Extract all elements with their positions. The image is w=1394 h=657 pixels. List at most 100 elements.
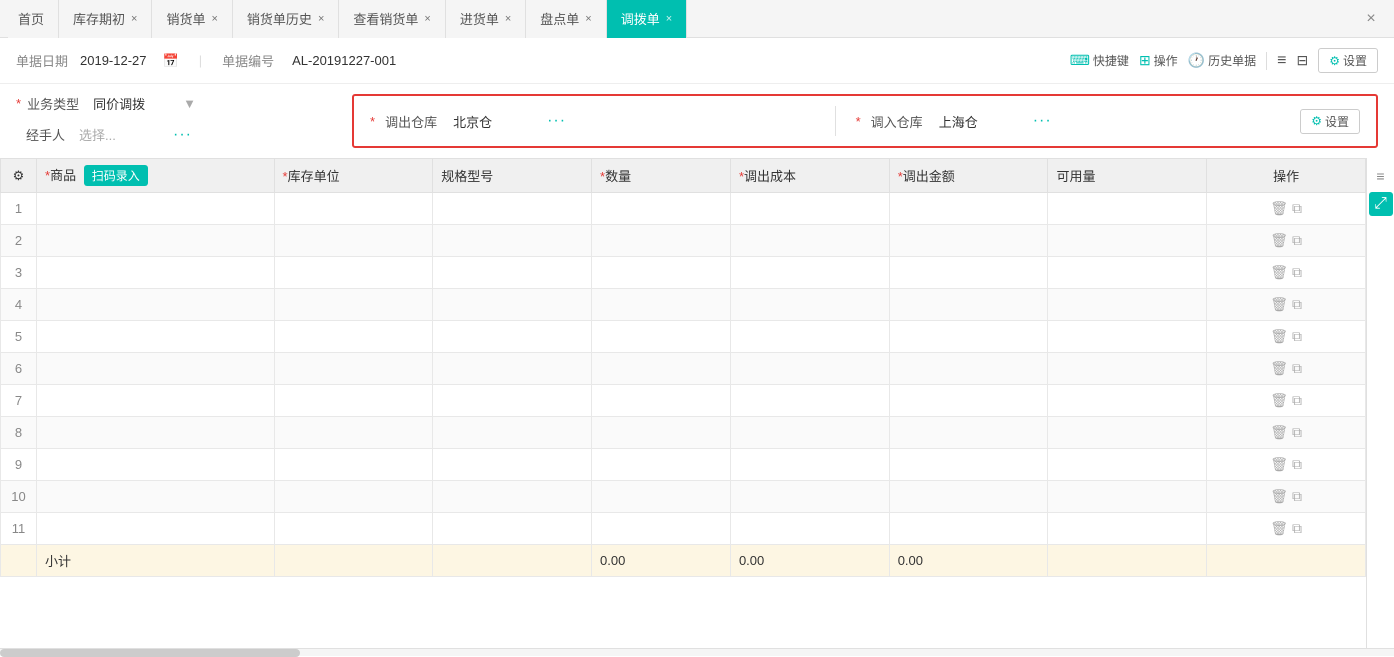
tab-view-sales[interactable]: 查看销货单 × — [339, 0, 445, 38]
delete-icon[interactable]: 🗑 — [1270, 328, 1288, 344]
toolbar: 单据日期 2019-12-27 📅 | 单据编号 AL-20191227-001… — [0, 38, 1394, 84]
tab-sales-history-label: 销货单历史 — [247, 9, 312, 28]
col-spec: 规格型号 — [433, 159, 592, 193]
delete-icon[interactable]: 🗑 — [1270, 520, 1288, 536]
col-avail: 可用量 — [1048, 159, 1207, 193]
warehouse-out-more-button[interactable]: ··· — [547, 112, 566, 130]
copy-icon[interactable]: ⧉ — [1292, 200, 1302, 216]
tab-home-label: 首页 — [18, 9, 44, 28]
warehouse-out-value[interactable]: 北京仓 — [453, 112, 533, 131]
copy-icon[interactable]: ⧉ — [1292, 456, 1302, 472]
tab-bar: 首页 库存期初 × 销货单 × 销货单历史 × 查看销货单 × 进货单 × 盘点… — [0, 0, 1394, 38]
warehouse-settings-icon: ⚙ — [1311, 114, 1322, 128]
tab-inventory-check-label: 盘点单 — [540, 9, 579, 28]
warehouse-out-label: 调出仓库 — [385, 112, 437, 131]
delete-icon[interactable]: 🗑 — [1270, 200, 1288, 216]
table-row: 1🗑⧉ — [1, 193, 1366, 225]
subtotal-label: 小计 — [37, 545, 275, 577]
scrollbar-thumb[interactable] — [0, 649, 300, 657]
history-button[interactable]: 🕐 历史单据 — [1188, 52, 1256, 69]
layout-grid-button[interactable]: ⊟ — [1296, 52, 1308, 69]
tab-purchase-order-close[interactable]: × — [505, 13, 511, 25]
tab-home[interactable]: 首页 — [8, 0, 59, 38]
scan-button[interactable]: 扫码录入 — [84, 165, 148, 186]
delete-icon[interactable]: 🗑 — [1270, 296, 1288, 312]
tab-transfer-order[interactable]: 调拨单 × — [607, 0, 687, 38]
tab-sales-history[interactable]: 销货单历史 × — [233, 0, 339, 38]
delete-icon[interactable]: 🗑 — [1270, 232, 1288, 248]
tab-sales-order[interactable]: 销货单 × — [152, 0, 232, 38]
business-type-dropdown-icon[interactable]: ▼ — [183, 96, 196, 111]
operator-value[interactable]: 选择... — [79, 125, 159, 144]
toolbar-divider — [1266, 52, 1267, 70]
sidebar-list-icon[interactable]: ≡ — [1369, 164, 1393, 188]
delete-icon[interactable]: 🗑 — [1270, 488, 1288, 504]
copy-icon[interactable]: ⧉ — [1292, 392, 1302, 408]
copy-icon[interactable]: ⧉ — [1292, 488, 1302, 504]
layout-list-button[interactable]: ≡ — [1277, 52, 1286, 70]
business-type-value[interactable]: 同价调拨 — [93, 94, 173, 113]
calendar-icon[interactable]: 📅 — [163, 53, 179, 69]
warehouse-in-value[interactable]: 上海仓 — [939, 112, 1019, 131]
delete-icon[interactable]: 🗑 — [1270, 264, 1288, 280]
tab-inventory-init[interactable]: 库存期初 × — [59, 0, 152, 38]
delete-icon[interactable]: 🗑 — [1270, 392, 1288, 408]
copy-icon[interactable]: ⧉ — [1292, 360, 1302, 376]
delete-icon[interactable]: 🗑 — [1270, 456, 1288, 472]
operations-label: 操作 — [1154, 52, 1178, 69]
operator-more-button[interactable]: ··· — [173, 126, 192, 144]
tab-sales-history-close[interactable]: × — [318, 13, 324, 25]
copy-icon[interactable]: ⧉ — [1292, 424, 1302, 440]
table-row: 7🗑⧉ — [1, 385, 1366, 417]
copy-icon[interactable]: ⧉ — [1292, 264, 1302, 280]
delete-icon[interactable]: 🗑 — [1270, 424, 1288, 440]
col-unit: *库存单位 — [274, 159, 433, 193]
date-label: 单据日期 — [16, 51, 68, 70]
business-type-label: 业务类型 — [27, 94, 79, 113]
layout-grid-icon: ⊟ — [1296, 52, 1308, 69]
subtotal-cost: 0.00 — [730, 545, 889, 577]
settings-button[interactable]: ⚙ 设置 — [1318, 48, 1378, 73]
shortcuts-icon: ⌨ — [1070, 52, 1090, 69]
delete-icon[interactable]: 🗑 — [1270, 360, 1288, 376]
form-left: * 业务类型 同价调拨 ▼ 经手人 选择... ··· — [16, 94, 336, 144]
toolbar-left: 单据日期 2019-12-27 📅 | 单据编号 AL-20191227-001 — [16, 51, 396, 70]
number-value: AL-20191227-001 — [292, 53, 396, 68]
subtotal-qty: 0.00 — [592, 545, 731, 577]
copy-icon[interactable]: ⧉ — [1292, 328, 1302, 344]
table-row: 11🗑⧉ — [1, 513, 1366, 545]
table-row: 6🗑⧉ — [1, 353, 1366, 385]
tab-inventory-check[interactable]: 盘点单 × — [526, 0, 606, 38]
copy-icon[interactable]: ⧉ — [1292, 520, 1302, 536]
date-value: 2019-12-27 — [80, 53, 147, 68]
tab-sales-order-label: 销货单 — [166, 9, 205, 28]
warehouse-settings-button[interactable]: ⚙ 设置 — [1300, 109, 1360, 134]
tab-transfer-order-label: 调拨单 — [621, 9, 660, 28]
warehouse-divider — [835, 106, 836, 136]
copy-icon[interactable]: ⧉ — [1292, 296, 1302, 312]
tab-purchase-order[interactable]: 进货单 × — [446, 0, 526, 38]
tab-view-sales-label: 查看销货单 — [353, 9, 418, 28]
tab-inventory-init-close[interactable]: × — [131, 13, 137, 25]
warehouse-in-required: * — [856, 114, 861, 129]
subtotal-row: 小计 0.00 0.00 0.00 — [1, 545, 1366, 577]
table-row: 5🗑⧉ — [1, 321, 1366, 353]
horizontal-scrollbar[interactable] — [0, 648, 1394, 656]
table-row: 9🗑⧉ — [1, 449, 1366, 481]
global-close-button[interactable]: × — [1356, 0, 1386, 38]
warehouse-in-label: 调入仓库 — [871, 112, 923, 131]
warehouse-box: * 调出仓库 北京仓 ··· * 调入仓库 上海仓 ··· ⚙ 设置 — [352, 94, 1378, 148]
shortcuts-button[interactable]: ⌨ 快捷键 — [1070, 52, 1129, 69]
tab-purchase-order-label: 进货单 — [460, 9, 499, 28]
warehouse-in-more-button[interactable]: ··· — [1033, 112, 1052, 130]
tab-sales-order-close[interactable]: × — [211, 13, 217, 25]
tab-transfer-order-close[interactable]: × — [666, 13, 672, 25]
sidebar-expand-icon[interactable]: ⤢ — [1369, 192, 1393, 216]
tab-inventory-check-close[interactable]: × — [585, 13, 591, 25]
col-gear[interactable]: ⚙ — [1, 159, 37, 193]
operations-button[interactable]: ⊞ 操作 — [1139, 52, 1178, 69]
operator-label: 经手人 — [26, 125, 65, 144]
tab-view-sales-close[interactable]: × — [424, 13, 430, 25]
business-type-row: * 业务类型 同价调拨 ▼ — [16, 94, 336, 113]
copy-icon[interactable]: ⧉ — [1292, 232, 1302, 248]
